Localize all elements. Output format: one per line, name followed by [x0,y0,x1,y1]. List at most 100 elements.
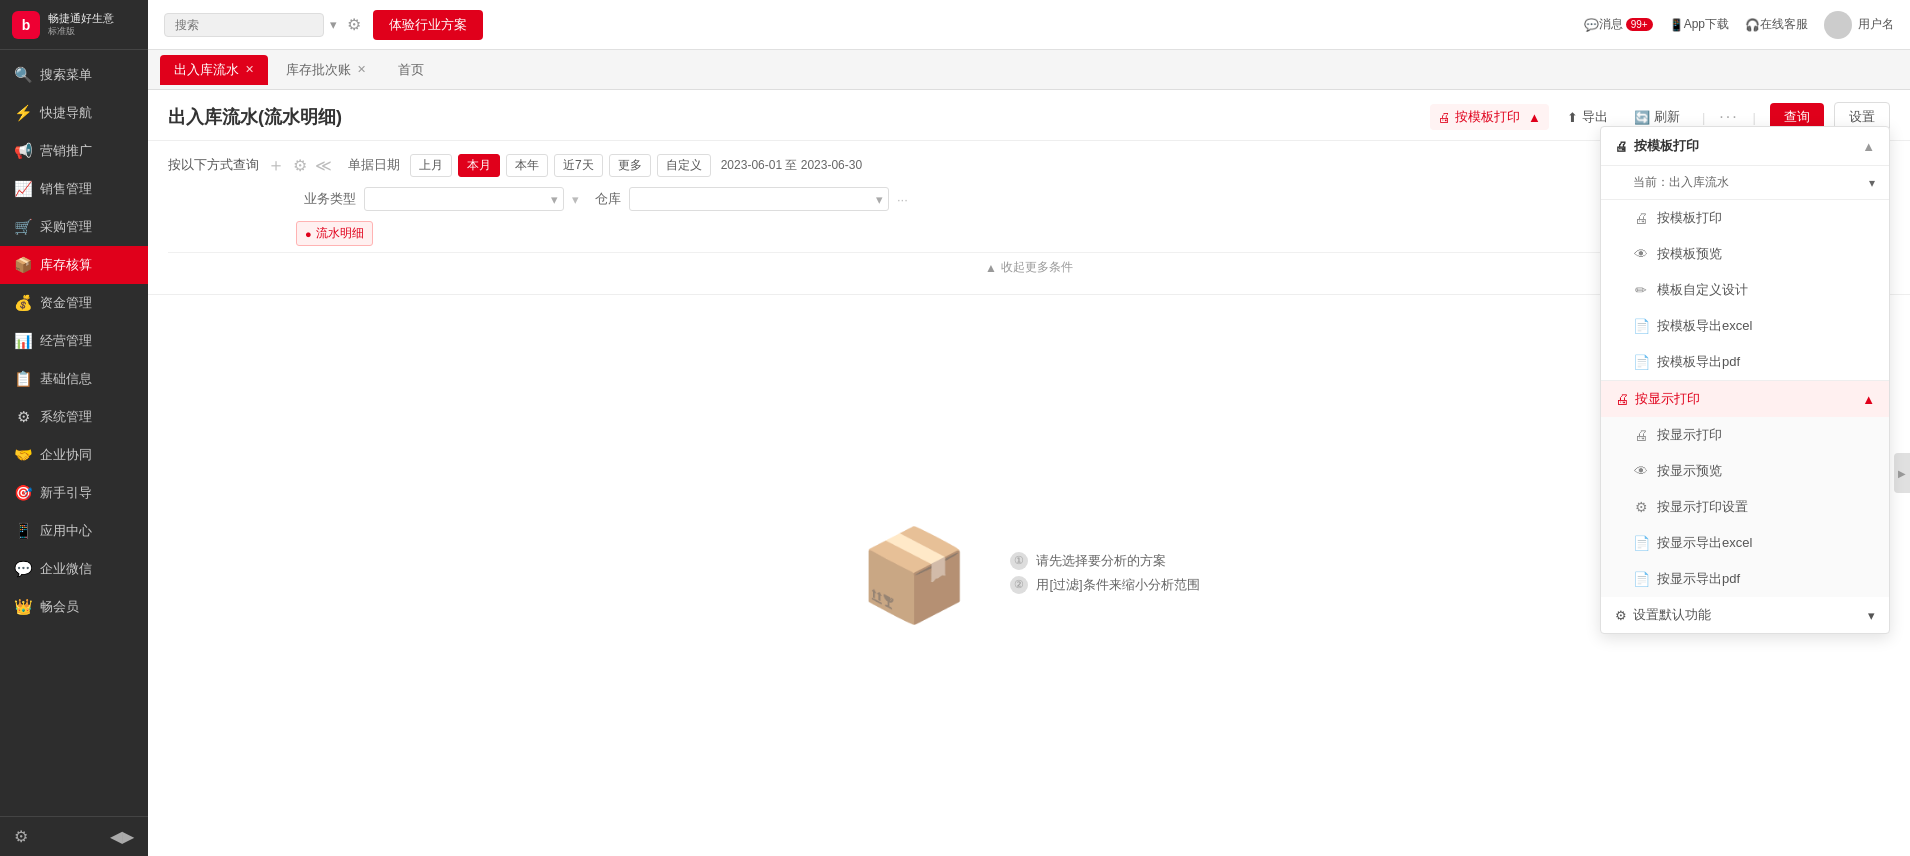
warehouse-label: 仓库 [595,190,621,208]
user-profile[interactable]: 用户名 [1824,11,1894,39]
dropdown-item-template-preview[interactable]: 👁按模板预览 [1601,236,1889,272]
sidebar-item-label-inventory: 库存核算 [40,256,92,274]
newbie-icon: 🎯 [14,484,32,502]
sidebar-item-label-appstore: 应用中心 [40,522,92,540]
sidebar-item-label-basic: 基础信息 [40,370,92,388]
sidebar-item-label-coop: 企业协同 [40,446,92,464]
tab-close-flow[interactable]: ✕ [245,63,254,76]
sales-icon: 📈 [14,180,32,198]
sidebar-item-purchase[interactable]: 🛒采购管理 [0,208,148,246]
dropdown-item-template-print[interactable]: 🖨按模板打印 [1601,200,1889,236]
flow-type-select[interactable] [364,187,564,211]
display-pdf-icon: 📄 [1633,571,1649,587]
refresh-icon: 🔄 [1634,110,1650,125]
tab-home[interactable]: 首页 [384,55,438,85]
online-service-button[interactable]: 🎧 在线客服 [1745,16,1808,33]
template-preview-icon: 👁 [1633,246,1649,262]
dropdown-item-template-custom[interactable]: ✏模板自定义设计 [1601,272,1889,308]
sidebar-item-inventory[interactable]: 📦库存核算 [0,246,148,284]
tab-label-flow: 出入库流水 [174,61,239,79]
filter-add-icon[interactable]: ＋ [267,153,285,177]
sidebar-item-newbie[interactable]: 🎯 新手引导 [0,474,148,512]
dropdown-item-template-excel[interactable]: 📄按模板导出excel [1601,308,1889,344]
sidebar-item-finance[interactable]: 💰资金管理 [0,284,148,322]
dropdown-item-display-settings[interactable]: ⚙按显示打印设置 [1601,489,1889,525]
logo-icon: b [12,11,40,39]
template-section: 🖨按模板打印👁按模板预览✏模板自定义设计📄按模板导出excel📄按模板导出pdf [1601,200,1889,381]
sidebar-item-label-sales: 销售管理 [40,180,92,198]
finance-icon: 💰 [14,294,32,312]
search-dropdown-icon[interactable]: ▾ [330,17,337,32]
tab-close-batch[interactable]: ✕ [357,63,366,76]
step-number-1: ① [1010,552,1028,570]
flow-type-dropdown-icon[interactable]: ▾ [572,192,579,207]
filter-collapse-icon[interactable]: ≪ [315,156,332,175]
dropdown-item-display-pdf[interactable]: 📄按显示导出pdf [1601,561,1889,597]
display-excel-icon: 📄 [1633,535,1649,551]
sidebar-item-wecom[interactable]: 💬企业微信 [0,550,148,588]
filter-settings-icon[interactable]: ⚙ [293,156,307,175]
appstore-icon: 📱 [14,522,32,540]
warehouse-select[interactable] [629,187,889,211]
date-btn-上月[interactable]: 上月 [410,154,452,177]
sidebar-item-basic[interactable]: 📋基础信息 [0,360,148,398]
date-btn-更多[interactable]: 更多 [609,154,651,177]
sidebar-item-quick-nav[interactable]: ⚡快捷导航 [0,94,148,132]
app-download-button[interactable]: 📱 App下载 [1669,16,1729,33]
sidebar-item-label-purchase: 采购管理 [40,218,92,236]
dropdown-item-display-preview[interactable]: 👁按显示预览 [1601,453,1889,489]
date-btn-近7天[interactable]: 近7天 [554,154,603,177]
sidebar-item-system[interactable]: ⚙系统管理 [0,398,148,436]
main-area: ▾ ⚙ 体验行业方案 💬 消息 99+ 📱 App下载 🎧 在线客服 用户名 [148,0,1910,856]
dropdown-footer[interactable]: ⚙ 设置默认功能 ▾ [1601,597,1889,633]
collapse-icon[interactable]: ◀▶ [110,827,134,846]
sidebar-item-label-wecom: 企业微信 [40,560,92,578]
settings-icon[interactable]: ⚙ [14,827,28,846]
member-icon: 👑 [14,598,32,616]
sidebar-item-label-ops: 经营管理 [40,332,92,350]
right-edge-collapse[interactable]: ▶ [1894,453,1910,493]
dropdown-expand-icon[interactable]: ▲ [1862,139,1875,154]
page-title: 出入库流水(流水明细) [168,105,342,129]
sidebar-item-appstore[interactable]: 📱 应用中心 [0,512,148,550]
dropdown-header: 🖨 按模板打印 ▲ [1601,127,1889,166]
template-pdf-icon: 📄 [1633,354,1649,370]
industry-solution-button[interactable]: 体验行业方案 [373,10,483,40]
sidebar-item-ops[interactable]: 📊 经营管理 [0,322,148,360]
sidebar-item-member[interactable]: 👑畅会员 [0,588,148,626]
print-template-button[interactable]: 🖨 按模板打印 ▲ [1430,104,1549,130]
topbar-gear-icon[interactable]: ⚙ [347,15,361,34]
print-dropdown-panel: 🖨 按模板打印 ▲ 当前：出入库流水 ▾ 🖨按模板打印👁按模板预览✏模板自定义设… [1600,126,1890,634]
date-btn-本年[interactable]: 本年 [506,154,548,177]
tab-batch[interactable]: 库存批次账✕ [272,55,380,85]
tab-flow[interactable]: 出入库流水 ✕ [160,55,268,85]
display-print-icon: 🖨 [1633,427,1649,443]
display-section-header[interactable]: 🖨 按显示打印 ▲ [1601,381,1889,417]
phone-icon: 📱 [1669,18,1684,32]
more-actions-button[interactable]: ··· [1719,108,1738,126]
empty-step-2: ② 用[过滤]条件来缩小分析范围 [1010,576,1199,594]
date-btn-自定义[interactable]: 自定义 [657,154,711,177]
sidebar-item-sales[interactable]: 📈 销售管理 [0,170,148,208]
sidebar-item-marketing[interactable]: 📢营销推广 [0,132,148,170]
ops-icon: 📊 [14,332,32,350]
search-input[interactable] [164,13,324,37]
step-number-2: ② [1010,576,1028,594]
display-settings-icon: ⚙ [1633,499,1649,515]
date-btn-本月[interactable]: 本月 [458,154,500,177]
template-print-icon: 🖨 [1633,210,1649,226]
sidebar-item-label-newbie: 新手引导 [40,484,92,502]
dropdown-item-template-pdf[interactable]: 📄按模板导出pdf [1601,344,1889,380]
sidebar-item-search[interactable]: 🔍搜索菜单 [0,56,148,94]
expand-icon: ▲ [1528,110,1541,125]
sidebar-item-coop[interactable]: 🤝企业协同 [0,436,148,474]
tabbar: 出入库流水✕库存批次账✕首页 ⤢ ✕ [148,50,1910,90]
search-icon: 🔍 [14,66,32,84]
dropdown-item-display-print[interactable]: 🖨按显示打印 [1601,417,1889,453]
dropdown-item-display-excel[interactable]: 📄按显示导出excel [1601,525,1889,561]
message-button[interactable]: 💬 消息 99+ [1584,16,1653,33]
display-section-collapse-icon: ▲ [1862,392,1875,407]
flow-detail-tag[interactable]: ● 流水明细 [296,221,373,246]
warehouse-more-icon[interactable]: ··· [897,192,908,207]
dropdown-current-template: 当前：出入库流水 ▾ [1601,166,1889,200]
